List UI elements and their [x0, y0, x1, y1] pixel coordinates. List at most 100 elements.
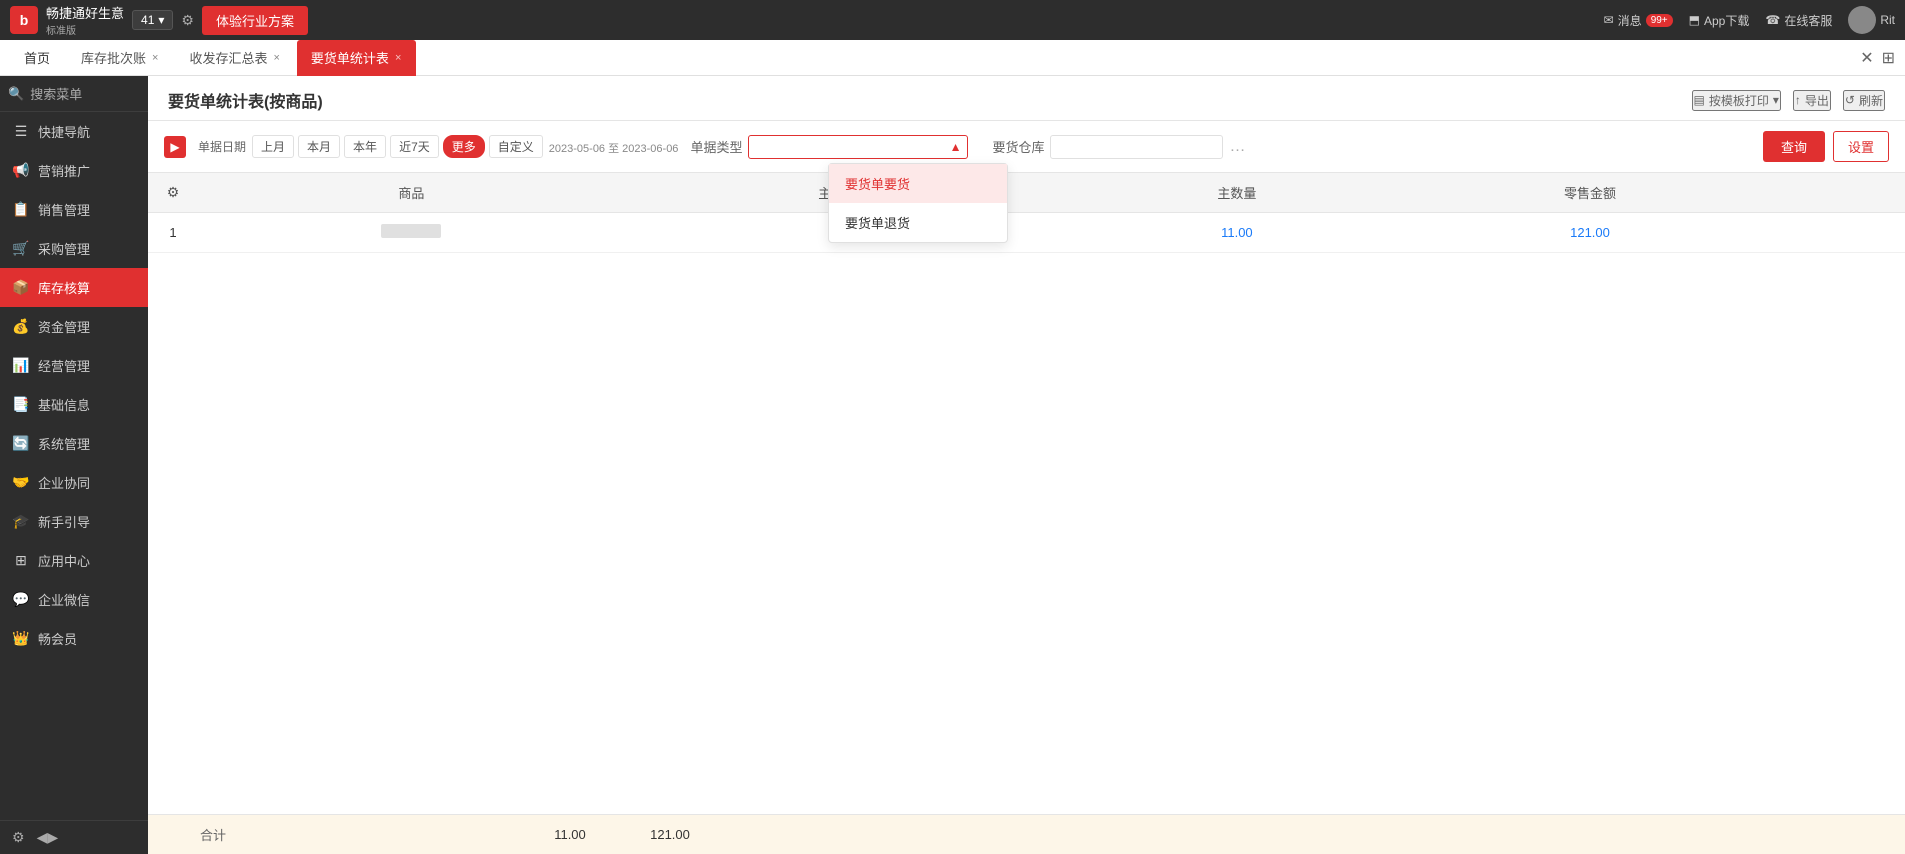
finance-icon: 💰 — [12, 318, 30, 335]
refresh-button[interactable]: ↺ 刷新 — [1843, 90, 1885, 111]
tab-close-inventory-batch[interactable]: × — [152, 52, 158, 64]
current-year-button[interactable]: 本年 — [344, 135, 386, 158]
sidebar-item-marketing[interactable]: 📢 营销推广 — [0, 151, 148, 190]
th-quantity: 主数量 — [1077, 173, 1397, 213]
tabbar-actions: ✕ ⊞ — [1860, 48, 1895, 68]
filter-actions: 查询 设置 — [1763, 131, 1889, 162]
company-selector[interactable]: 41 ▾ — [132, 10, 173, 30]
table-header-row: ⚙ 商品 主计量单位 主数量 零售金额 — [148, 173, 1905, 213]
dropdown-item-order[interactable]: 要货单要货 — [829, 164, 1007, 203]
settings-icon[interactable]: ⚙ — [167, 184, 180, 200]
type-select-wrapper: ▲ — [748, 135, 968, 159]
warehouse-more-icon[interactable]: … — [1229, 138, 1245, 156]
system-icon: 🔄 — [12, 435, 30, 452]
sidebar-item-inventory[interactable]: 📦 库存核算 — [0, 268, 148, 307]
quick-nav-icon: ☰ — [12, 123, 30, 140]
tab-home[interactable]: 首页 — [10, 40, 65, 76]
filter-expand-button[interactable]: ▶ — [164, 136, 186, 158]
type-select-input[interactable] — [749, 136, 943, 158]
main-layout: 🔍 搜索菜单 ☰ 快捷导航 📢 营销推广 📋 销售管理 🛒 采购管理 📦 库存核… — [0, 76, 1905, 854]
sidebar-item-quick-nav[interactable]: ☰ 快捷导航 — [0, 112, 148, 151]
sidebar-item-system[interactable]: 🔄 系统管理 — [0, 424, 148, 463]
tab-close-all[interactable]: ✕ — [1860, 48, 1873, 68]
chevron-down-icon: ▾ — [1773, 93, 1779, 107]
trial-button[interactable]: 体验行业方案 — [202, 6, 308, 35]
settings-button[interactable]: 设置 — [1833, 131, 1889, 162]
th-settings[interactable]: ⚙ — [148, 173, 198, 213]
tab-close-receive-summary[interactable]: × — [273, 52, 279, 64]
tab-order-stats[interactable]: 要货单统计表 × — [297, 40, 416, 76]
search-icon: 🔍 — [8, 86, 24, 102]
sidebar-item-purchase[interactable]: 🛒 采购管理 — [0, 229, 148, 268]
more-dates-button[interactable]: 更多 — [443, 135, 485, 158]
date-buttons: 上月 本月 本年 近7天 更多 自定义 — [252, 135, 543, 158]
filter-bar: ▶ 单据日期 上月 本月 本年 近7天 更多 自定义 2023-05-06 至 … — [148, 121, 1905, 173]
chevron-down-icon: ▾ — [158, 13, 164, 27]
brand-sub: 标准版 — [46, 22, 124, 37]
product-blurred — [381, 224, 441, 238]
sidebar-search[interactable]: 🔍 搜索菜单 — [0, 76, 148, 112]
type-select-arrow[interactable]: ▲ — [944, 140, 968, 154]
type-filter-label: 单据类型 — [690, 137, 742, 156]
operations-icon: 📊 — [12, 357, 30, 374]
tab-inventory-batch[interactable]: 库存批次账 × — [67, 40, 173, 76]
table-footer: 合计 11.00 121.00 — [148, 814, 1905, 854]
guide-icon: 🎓 — [12, 513, 30, 530]
date-range-display: 2023-05-06 至 2023-06-06 — [549, 140, 679, 156]
brand-name: 畅捷通好生意 — [46, 3, 124, 22]
sidebar-item-finance[interactable]: 💰 资金管理 — [0, 307, 148, 346]
user-avatar-item[interactable]: Rit — [1848, 6, 1895, 34]
warehouse-input[interactable] — [1050, 135, 1223, 159]
sidebar-item-new-guide[interactable]: 🎓 新手引导 — [0, 502, 148, 541]
export-button[interactable]: ↑ 导出 — [1793, 90, 1831, 111]
sidebar-item-enterprise-wechat[interactable]: 💬 企业微信 — [0, 580, 148, 619]
footer-quantity: 11.00 — [520, 827, 620, 842]
sidebar-item-enterprise-collab[interactable]: 🤝 企业协同 — [0, 463, 148, 502]
type-filter-group: 单据类型 ▲ — [690, 135, 968, 159]
tab-close-order-stats[interactable]: × — [395, 52, 401, 64]
dropdown-item-return[interactable]: 要货单退货 — [829, 203, 1007, 242]
type-dropdown: 要货单要货 要货单退货 — [828, 163, 1008, 243]
sidebar-item-basic-info[interactable]: 📑 基础信息 — [0, 385, 148, 424]
cell-product — [198, 213, 625, 253]
sidebar-item-sales[interactable]: 📋 销售管理 — [0, 190, 148, 229]
tabbar: 首页 库存批次账 × 收发存汇总表 × 要货单统计表 × ✕ ⊞ — [0, 40, 1905, 76]
messages-badge: 99+ — [1646, 14, 1673, 27]
cell-quantity: 11.00 — [1077, 213, 1397, 253]
prev-month-button[interactable]: 上月 — [252, 135, 294, 158]
date-filter-group: 单据日期 上月 本月 本年 近7天 更多 自定义 2023-05-06 至 20… — [198, 135, 678, 158]
template-print-button[interactable]: ▤ 按模板打印 ▾ — [1692, 90, 1781, 111]
support-item[interactable]: ☎ 在线客服 — [1765, 12, 1832, 29]
sidebar-item-app-center[interactable]: ⊞ 应用中心 — [0, 541, 148, 580]
sidebar-collapse-icon[interactable]: ◀▶ — [37, 829, 59, 846]
sidebar: 🔍 搜索菜单 ☰ 快捷导航 📢 营销推广 📋 销售管理 🛒 采购管理 📦 库存核… — [0, 76, 148, 854]
print-icon: ▤ — [1694, 93, 1705, 107]
inventory-icon: 📦 — [12, 279, 30, 296]
sales-icon: 📋 — [12, 201, 30, 218]
topbar-right: ✉ 消息 99+ ⬒ App下载 ☎ 在线客服 Rit — [1604, 6, 1895, 34]
purchase-icon: 🛒 — [12, 240, 30, 257]
export-icon: ↑ — [1795, 93, 1801, 107]
current-month-button[interactable]: 本月 — [298, 135, 340, 158]
tab-expand[interactable]: ⊞ — [1882, 48, 1895, 68]
page-header: 要货单统计表(按商品) ▤ 按模板打印 ▾ ↑ 导出 ↺ 刷新 — [148, 76, 1905, 121]
last-7-days-button[interactable]: 近7天 — [390, 135, 439, 158]
member-icon: 👑 — [12, 630, 30, 647]
warehouse-filter-label: 要货仓库 — [992, 137, 1044, 156]
app-download-item[interactable]: ⬒ App下载 — [1689, 12, 1750, 29]
th-empty — [1783, 173, 1905, 213]
sidebar-settings-icon[interactable]: ⚙ — [12, 829, 25, 846]
custom-date-button[interactable]: 自定义 — [489, 135, 543, 158]
collab-icon: 🤝 — [12, 474, 30, 491]
messages-icon: ✉ — [1604, 13, 1614, 27]
basic-info-icon: 📑 — [12, 396, 30, 413]
sidebar-item-member[interactable]: 👑 畅会员 — [0, 619, 148, 658]
topbar: b 畅捷通好生意 标准版 41 ▾ ⚙ 体验行业方案 ✉ 消息 99+ ⬒ Ap… — [0, 0, 1905, 40]
sidebar-item-operations[interactable]: 📊 经营管理 — [0, 346, 148, 385]
table-area: ⚙ 商品 主计量单位 主数量 零售金额 1 — [148, 173, 1905, 814]
tab-receive-summary[interactable]: 收发存汇总表 × — [175, 40, 294, 76]
gear-icon[interactable]: ⚙ — [181, 12, 194, 29]
avatar — [1848, 6, 1876, 34]
messages-item[interactable]: ✉ 消息 99+ — [1604, 12, 1673, 29]
search-button[interactable]: 查询 — [1763, 131, 1825, 162]
